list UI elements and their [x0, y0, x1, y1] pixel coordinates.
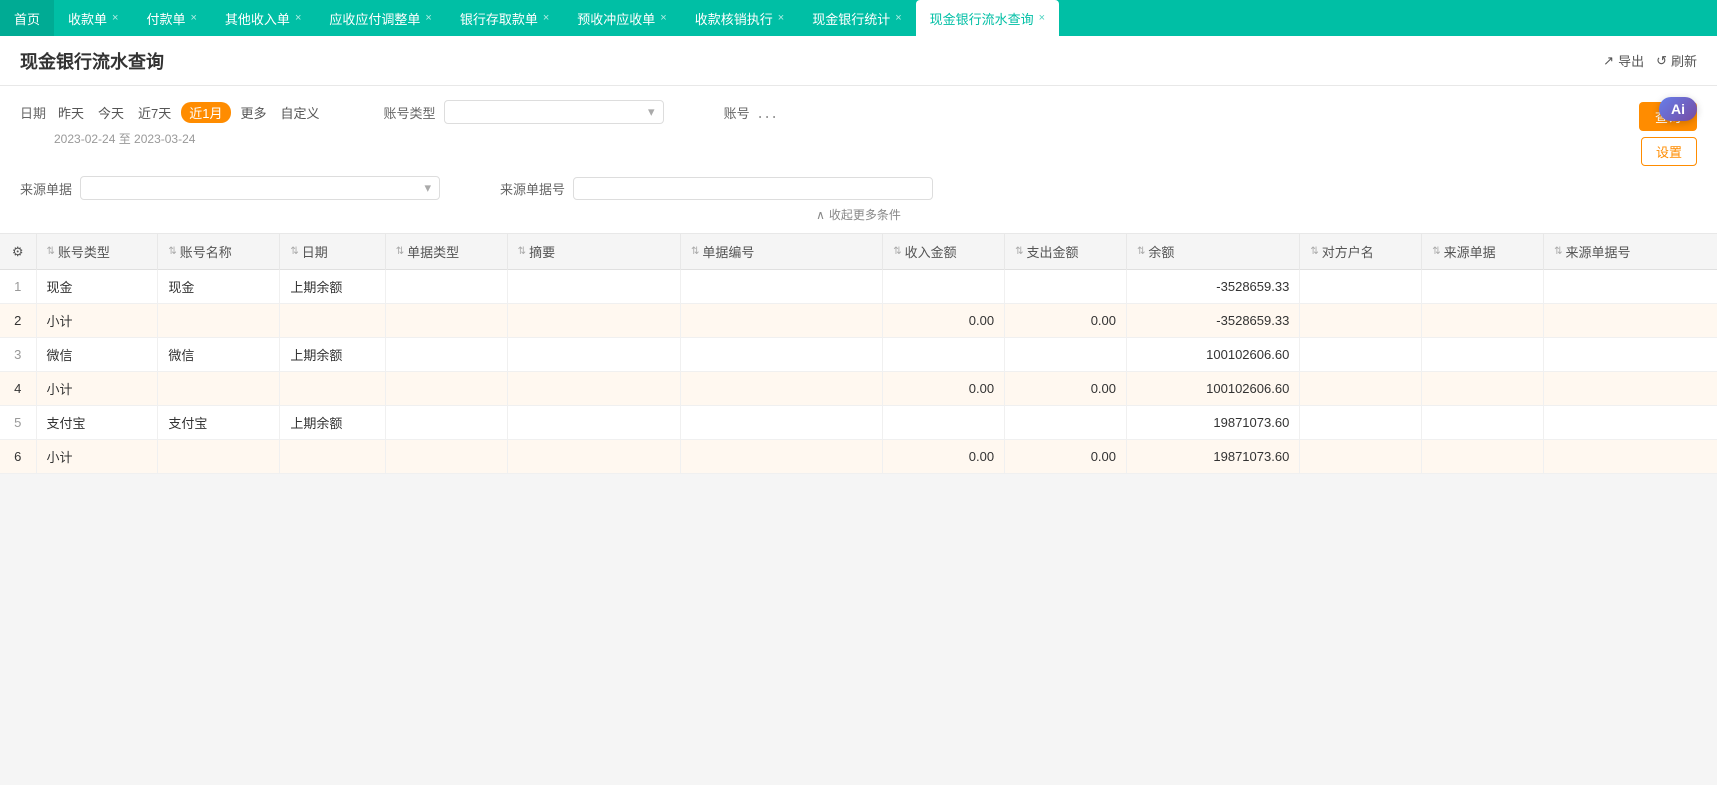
- table-row: 4小计0.000.00100102606.60: [0, 372, 1717, 406]
- col-account-name[interactable]: ⇅账号名称: [158, 234, 280, 270]
- shortcut-more[interactable]: 更多: [237, 102, 271, 123]
- shortcut-1month[interactable]: 近1月: [181, 102, 230, 123]
- close-icon[interactable]: ×: [295, 12, 301, 24]
- ai-button[interactable]: Ai: [1659, 97, 1697, 121]
- export-icon: ↗: [1603, 53, 1614, 69]
- column-settings[interactable]: ⚙: [0, 234, 36, 270]
- settings-button[interactable]: 设置: [1641, 137, 1697, 166]
- table-row: 2小计0.000.00-3528659.33: [0, 304, 1717, 338]
- col-source-doc[interactable]: ⇅来源单据: [1422, 234, 1544, 270]
- col-expense[interactable]: ⇅支出金额: [1005, 234, 1127, 270]
- close-icon[interactable]: ×: [1039, 12, 1045, 24]
- source-doc-select[interactable]: ▾: [80, 176, 440, 200]
- date-filter: 日期 昨天 今天 近7天 近1月 更多 自定义: [20, 102, 324, 123]
- more-options-button[interactable]: ...: [758, 102, 779, 123]
- chevron-down-icon: ▾: [424, 180, 431, 196]
- date-range-display: 2023-02-24 至 2023-03-24: [54, 130, 195, 147]
- col-doc-no[interactable]: ⇅单据编号: [680, 234, 882, 270]
- data-table: ⚙ ⇅账号类型 ⇅账号名称 ⇅日期 ⇅单据类型 ⇅摘要 ⇅单据编号 ⇅收入金额 …: [0, 234, 1717, 474]
- collapse-button[interactable]: ∧ 收起更多条件: [20, 206, 1697, 223]
- col-summary[interactable]: ⇅摘要: [507, 234, 680, 270]
- page-title: 现金银行流水查询: [20, 48, 164, 74]
- close-icon[interactable]: ×: [190, 12, 196, 24]
- filter-area: 日期 昨天 今天 近7天 近1月 更多 自定义 账号类型 ▾: [0, 86, 1717, 234]
- close-icon[interactable]: ×: [425, 12, 431, 24]
- export-button[interactable]: ↗ 导出: [1603, 51, 1644, 70]
- account-type-select[interactable]: ▾: [444, 100, 664, 124]
- close-icon[interactable]: ×: [543, 12, 549, 24]
- col-date[interactable]: ⇅日期: [280, 234, 385, 270]
- source-doc-no-label: 来源单据号: [500, 179, 565, 198]
- chevron-up-icon: ∧: [816, 208, 825, 222]
- col-source-doc-no[interactable]: ⇅来源单据号: [1544, 234, 1717, 270]
- table-row: 5支付宝支付宝上期余额19871073.60: [0, 406, 1717, 440]
- account-type-label: 账号类型: [384, 103, 436, 122]
- table-row: 6小计0.000.0019871073.60: [0, 440, 1717, 474]
- table-row: 3微信微信上期余额100102606.60: [0, 338, 1717, 372]
- close-icon[interactable]: ×: [895, 12, 901, 24]
- col-income[interactable]: ⇅收入金额: [883, 234, 1005, 270]
- shortcut-custom[interactable]: 自定义: [277, 102, 324, 123]
- col-counterparty[interactable]: ⇅对方户名: [1300, 234, 1422, 270]
- refresh-icon: ↺: [1656, 53, 1667, 69]
- refresh-button[interactable]: ↺ 刷新: [1656, 51, 1697, 70]
- col-account-type[interactable]: ⇅账号类型: [36, 234, 158, 270]
- nav-tab-collection-execution[interactable]: 收款核销执行 ×: [681, 0, 798, 36]
- table-row: 1现金现金上期余额-3528659.33: [0, 270, 1717, 304]
- source-doc-label: 来源单据: [20, 179, 72, 198]
- chevron-down-icon: ▾: [648, 104, 655, 120]
- nav-home[interactable]: 首页: [0, 0, 54, 36]
- nav-tab-payment[interactable]: 付款单 ×: [132, 0, 210, 36]
- shortcut-today[interactable]: 今天: [94, 102, 128, 123]
- source-doc-no-input[interactable]: [573, 177, 933, 200]
- close-icon[interactable]: ×: [660, 12, 666, 24]
- close-icon[interactable]: ×: [778, 12, 784, 24]
- header-actions: ↗ 导出 ↺ 刷新: [1603, 51, 1697, 70]
- source-doc-no-filter: 来源单据号: [500, 177, 933, 200]
- page-header: 现金银行流水查询 ↗ 导出 ↺ 刷新: [0, 36, 1717, 86]
- date-label: 日期: [20, 103, 46, 122]
- nav-tab-bank-withdrawal[interactable]: 银行存取款单 ×: [446, 0, 563, 36]
- top-nav: 首页 收款单 × 付款单 × 其他收入单 × 应收应付调整单 × 银行存取款单 …: [0, 0, 1717, 36]
- col-doc-type[interactable]: ⇅单据类型: [385, 234, 507, 270]
- nav-tab-prepayment[interactable]: 预收冲应收单 ×: [563, 0, 680, 36]
- nav-tab-bank-flow[interactable]: 现金银行流水查询 ×: [916, 0, 1059, 36]
- shortcut-yesterday[interactable]: 昨天: [54, 102, 88, 123]
- source-doc-filter: 来源单据 ▾: [20, 176, 440, 200]
- close-icon[interactable]: ×: [112, 12, 118, 24]
- shortcut-7days[interactable]: 近7天: [134, 102, 175, 123]
- table-header-row: ⚙ ⇅账号类型 ⇅账号名称 ⇅日期 ⇅单据类型 ⇅摘要 ⇅单据编号 ⇅收入金额 …: [0, 234, 1717, 270]
- data-table-container: ⚙ ⇅账号类型 ⇅账号名称 ⇅日期 ⇅单据类型 ⇅摘要 ⇅单据编号 ⇅收入金额 …: [0, 234, 1717, 474]
- nav-tab-adjustment[interactable]: 应收应付调整单 ×: [315, 0, 445, 36]
- account-type-filter: 账号类型 ▾: [384, 100, 664, 124]
- nav-tab-bank-stats[interactable]: 现金银行统计 ×: [798, 0, 915, 36]
- date-shortcuts: 昨天 今天 近7天 近1月 更多 自定义: [54, 102, 324, 123]
- nav-tab-other-income[interactable]: 其他收入单 ×: [211, 0, 315, 36]
- nav-tab-receipt[interactable]: 收款单 ×: [54, 0, 132, 36]
- col-balance[interactable]: ⇅余额: [1127, 234, 1300, 270]
- account-filter: 账号 ...: [724, 102, 779, 123]
- account-label: 账号: [724, 103, 750, 122]
